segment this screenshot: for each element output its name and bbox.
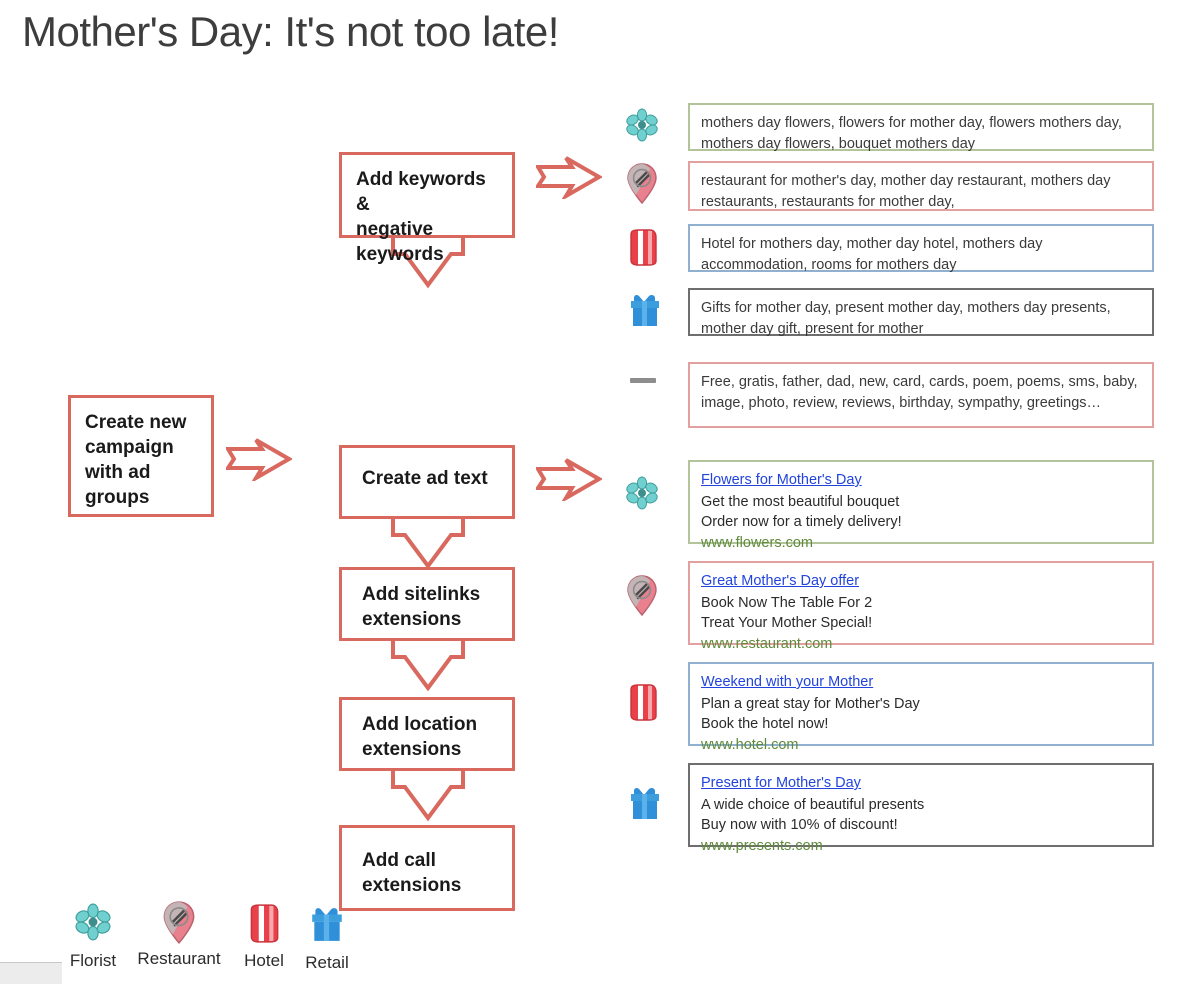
keyword-box-restaurant: restaurant for mother's day, mother day … [688, 161, 1154, 211]
page-title: Mother's Day: It's not too late! [22, 8, 559, 55]
keyword-text: Hotel for mothers day, mother day hotel,… [701, 236, 1043, 273]
flow-box-add-call[interactable]: Add call extensions [339, 825, 515, 911]
flow-box-line: negative keywords [356, 219, 444, 266]
ad-line-1: Book Now The Table For 2 [701, 594, 873, 611]
flow-box-line: Create ad text [362, 468, 488, 489]
slide-edge-divider [0, 962, 62, 963]
legend-label: Restaurant [137, 949, 221, 968]
arrow-down-icon [391, 515, 465, 570]
ad-line-1: A wide choice of beautiful presents [701, 796, 925, 813]
ad-line-2: Book the hotel now! [701, 716, 829, 733]
ad-headline[interactable]: Flowers for Mother's Day [701, 470, 1142, 491]
flow-box-line: Add location [362, 714, 478, 735]
flow-box-create-ad-text[interactable]: Create ad text [339, 445, 515, 519]
flow-box-line: extensions [362, 609, 462, 631]
keyword-text: mothers day flowers, flowers for mother … [701, 115, 1122, 152]
legend-label: Florist [69, 951, 117, 970]
arrow-right-icon [536, 156, 602, 199]
restaurant-pin-icon [626, 163, 658, 210]
arrow-right-icon [226, 438, 292, 481]
negative-keyword-text: Free, gratis, father, dad, new, card, ca… [701, 374, 1138, 411]
ad-display-url: www.restaurant.com [701, 635, 833, 652]
flow-box-line: Add call [362, 850, 436, 871]
flow-box-create-campaign[interactable]: Create new campaign with ad groups [68, 395, 214, 517]
ad-display-url: www.hotel.com [701, 736, 799, 753]
retail-gift-icon [309, 905, 345, 948]
keyword-box-hotel: Hotel for mothers day, mother day hotel,… [688, 224, 1154, 273]
keyword-text: Gifts for mother day, present mother day… [701, 300, 1111, 337]
keyword-box-negative: Free, gratis, father, dad, new, card, ca… [688, 362, 1154, 428]
arrow-right-icon [536, 458, 602, 501]
ad-display-url: www.presents.com [701, 837, 823, 854]
ad-box-hotel: Weekend with your Mother Plan a great st… [688, 662, 1154, 753]
restaurant-pin-icon [162, 901, 196, 950]
ad-headline[interactable]: Weekend with your Mother [701, 672, 1142, 693]
flow-box-line: Create new [85, 412, 187, 433]
hotel-icon [246, 903, 282, 950]
slide-edge-artifact [0, 963, 62, 984]
flow-box-line: extensions [362, 739, 462, 761]
florist-flower-icon [625, 476, 659, 515]
ad-display-url: www.flowers.com [701, 534, 813, 551]
arrow-down-icon [391, 637, 465, 692]
negative-dash-icon [630, 378, 656, 383]
hotel-icon [626, 228, 660, 273]
flow-box-add-location[interactable]: Add location extensions [339, 697, 515, 771]
ad-headline[interactable]: Present for Mother's Day [701, 773, 1142, 794]
legend-label: Hotel [244, 951, 284, 970]
flow-box-line: groups [85, 487, 150, 509]
flow-box-line: campaign [85, 437, 174, 459]
legend-label: Retail [305, 953, 349, 972]
keyword-text: restaurant for mother's day, mother day … [701, 173, 1111, 210]
flow-box-add-keywords[interactable]: Add keywords & negative keywords [339, 152, 515, 265]
flow-box-line: Add keywords & [356, 169, 486, 216]
ad-box-retail: Present for Mother's Day A wide choice o… [688, 763, 1154, 854]
flow-box-line: extensions [362, 875, 462, 897]
ad-line-2: Treat Your Mother Special! [701, 615, 873, 632]
ad-headline[interactable]: Great Mother's Day offer [701, 571, 1142, 592]
ad-line-1: Get the most beautiful bouquet [701, 493, 900, 510]
keyword-box-florist: mothers day flowers, flowers for mother … [688, 103, 1154, 152]
retail-gift-icon [628, 292, 662, 333]
restaurant-pin-icon [626, 575, 658, 622]
florist-flower-icon [74, 903, 112, 946]
flow-box-line: Add sitelinks [362, 584, 481, 605]
arrow-down-icon [391, 767, 465, 822]
ad-box-restaurant: Great Mother's Day offer Book Now The Ta… [688, 561, 1154, 652]
flow-box-line: with ad [85, 462, 151, 484]
hotel-icon [626, 683, 660, 728]
ad-line-1: Plan a great stay for Mother's Day [701, 695, 920, 712]
retail-gift-icon [628, 785, 662, 826]
keyword-box-retail: Gifts for mother day, present mother day… [688, 288, 1154, 337]
florist-flower-icon [625, 108, 659, 147]
flow-box-add-sitelinks[interactable]: Add sitelinks extensions [339, 567, 515, 641]
ad-box-florist: Flowers for Mother's Day Get the most be… [688, 460, 1154, 551]
ad-line-2: Buy now with 10% of discount! [701, 817, 898, 834]
ad-line-2: Order now for a timely delivery! [701, 514, 902, 531]
